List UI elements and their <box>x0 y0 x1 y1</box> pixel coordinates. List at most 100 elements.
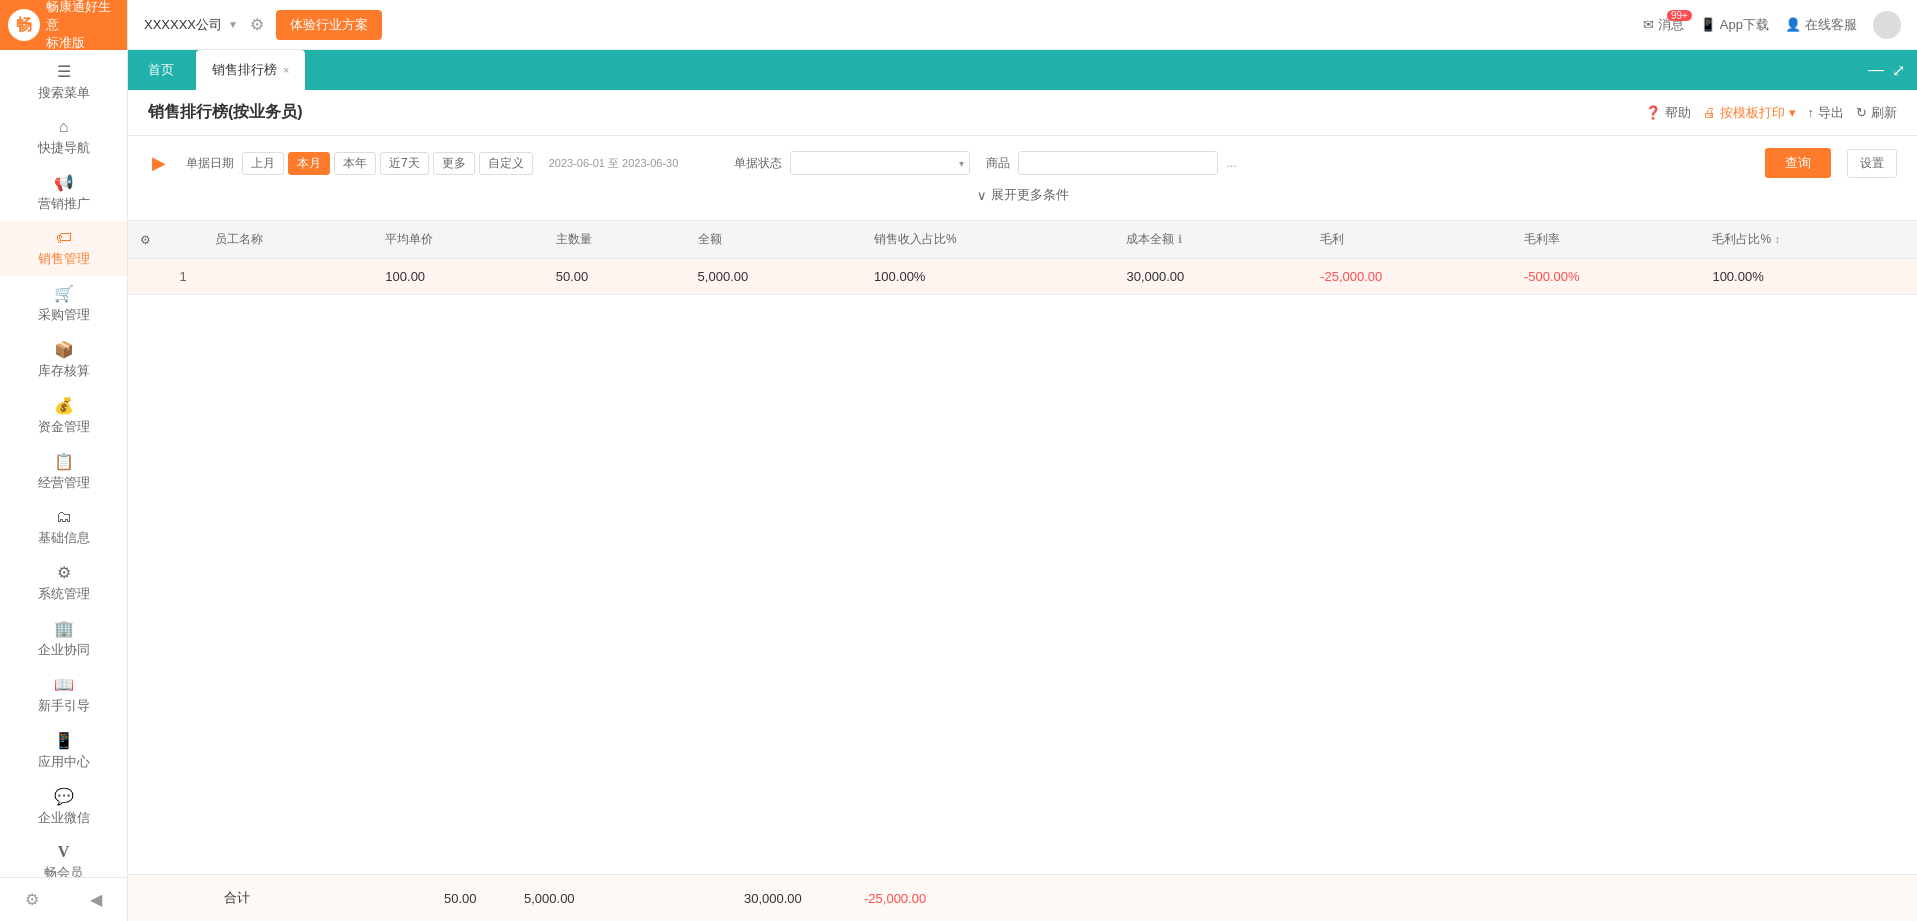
col-settings[interactable]: ⚙ <box>128 221 163 259</box>
online-service-btn[interactable]: 👤 在线客服 <box>1785 16 1857 34</box>
date-range-buttons: 上月 本月 本年 近7天 更多 自定义 <box>242 152 533 175</box>
footer-cost-total: 30,000.00 <box>732 887 852 910</box>
footer-profit-pct <box>1052 894 1152 902</box>
message-badge: 99+ <box>1667 10 1692 21</box>
refresh-button[interactable]: ↻ 刷新 <box>1856 104 1897 122</box>
enterprise-icon: 🏢 <box>54 619 74 638</box>
company-name: XXXXXX公司 <box>144 16 222 34</box>
service-icon: 👤 <box>1785 17 1801 32</box>
col-sales-pct: 销售收入占比% <box>862 221 1114 259</box>
sidebar-bottom: ⚙ ◀ <box>0 877 127 921</box>
query-button[interactable]: 查询 <box>1765 148 1831 178</box>
sidebar-item-apps[interactable]: 📱 应用中心 <box>0 723 127 779</box>
search-menu-icon: ☰ <box>57 62 71 81</box>
table-container: ⚙ 员工名称 平均单价 主数量 全额 销售收入占比% 成本全额 ℹ 毛利 毛利率… <box>128 221 1917 874</box>
app-download-btn[interactable]: 📱 App下载 <box>1700 16 1769 34</box>
sidebar-item-basic[interactable]: 🗂 基础信息 <box>0 500 127 555</box>
this-year-btn[interactable]: 本年 <box>334 152 376 175</box>
apps-icon: 📱 <box>54 731 74 750</box>
sidebar-item-member[interactable]: V 畅会员 <box>0 835 127 877</box>
col-avg-price: 平均单价 <box>373 221 543 259</box>
date-filter: 单据日期 上月 本月 本年 近7天 更多 自定义 <box>186 152 533 175</box>
cell-total: 5,000.00 <box>686 259 863 295</box>
logo-text: 畅康通好生意 标准版 <box>46 0 119 52</box>
tab-close-icon[interactable]: × <box>283 64 289 76</box>
table-row: 1 100.00 50.00 5,000.00 100.00% 30,000.0… <box>128 259 1917 295</box>
col-profit-pct: 毛利占比% ↕ <box>1700 221 1917 259</box>
operations-icon: 📋 <box>54 452 74 471</box>
sidebar-item-wechat[interactable]: 💬 企业微信 <box>0 779 127 835</box>
user-avatar[interactable] <box>1873 11 1901 39</box>
print-button[interactable]: 🖨 按模板打印 ▾ <box>1703 104 1796 122</box>
sidebar-nav: ☰ 搜索菜单 ⌂ 快捷导航 📢 营销推广 🏷 销售管理 🛒 采购管理 📦 库存核… <box>0 50 127 877</box>
help-button[interactable]: ❓ 帮助 <box>1645 104 1691 122</box>
sidebar-item-marketing[interactable]: 📢 营销推广 <box>0 165 127 221</box>
sidebar-item-guide[interactable]: 📖 新手引导 <box>0 667 127 723</box>
sidebar-item-search[interactable]: ☰ 搜索菜单 <box>0 54 127 110</box>
sidebar-settings-btn[interactable]: ⚙ <box>17 886 47 913</box>
sidebar: 畅 畅康通好生意 标准版 ☰ 搜索菜单 ⌂ 快捷导航 📢 营销推广 🏷 销售管理… <box>0 0 128 921</box>
chevron-down-icon: ▼ <box>228 19 238 30</box>
sidebar-item-sales[interactable]: 🏷 销售管理 <box>0 221 127 276</box>
content-area: 销售排行榜(按业务员) ❓ 帮助 🖨 按模板打印 ▾ ↑ 导出 ↻ 刷新 <box>128 90 1917 921</box>
topbar-settings-icon[interactable]: ⚙ <box>250 15 264 34</box>
table-header-row: ⚙ 员工名称 平均单价 主数量 全额 销售收入占比% 成本全额 ℹ 毛利 毛利率… <box>128 221 1917 259</box>
page-title: 销售排行榜(按业务员) <box>148 102 303 123</box>
finance-icon: 💰 <box>54 396 74 415</box>
settings-button[interactable]: 设置 <box>1847 149 1897 178</box>
tab-sales-ranking[interactable]: 销售排行榜 × <box>196 50 305 90</box>
sidebar-item-finance[interactable]: 💰 资金管理 <box>0 388 127 444</box>
col-profit: 毛利 <box>1308 221 1512 259</box>
curr-month-btn[interactable]: 本月 <box>288 152 330 175</box>
status-label: 单据状态 <box>734 155 782 172</box>
sidebar-item-enterprise[interactable]: 🏢 企业协同 <box>0 611 127 667</box>
sidebar-collapse-btn[interactable]: ◀ <box>82 886 110 913</box>
cell-name <box>203 259 373 295</box>
col-name: 员工名称 <box>203 221 373 259</box>
last-7days-btn[interactable]: 近7天 <box>380 152 429 175</box>
data-table: ⚙ 员工名称 平均单价 主数量 全额 销售收入占比% 成本全额 ℹ 毛利 毛利率… <box>128 221 1917 295</box>
cell-main-qty: 50.00 <box>544 259 686 295</box>
export-icon: ↑ <box>1808 105 1815 120</box>
sidebar-item-purchase[interactable]: 🛒 采购管理 <box>0 276 127 332</box>
chevron-down-expand-icon: ∨ <box>977 188 987 203</box>
goods-input[interactable] <box>1018 151 1218 175</box>
footer-total-label: 合计 <box>212 885 332 911</box>
message-btn[interactable]: ✉ 消息 99+ <box>1643 16 1684 34</box>
footer-total: 5,000.00 <box>512 887 612 910</box>
sidebar-item-system[interactable]: ⚙ 系统管理 <box>0 555 127 611</box>
sales-icon: 🏷 <box>56 229 72 247</box>
custom-date-btn[interactable]: 自定义 <box>479 152 533 175</box>
basic-icon: 🗂 <box>56 508 72 526</box>
goods-filter: 商品 ... <box>986 151 1236 175</box>
tab-home[interactable]: 首页 <box>128 50 194 90</box>
tab-minimize-icon[interactable]: — <box>1868 61 1884 79</box>
sidebar-item-inventory[interactable]: 📦 库存核算 <box>0 332 127 388</box>
goods-more-icon[interactable]: ... <box>1226 156 1236 170</box>
cell-sales-pct: 100.00% <box>862 259 1114 295</box>
cell-rank: 1 <box>163 259 203 295</box>
filter-area: ▶ 单据日期 上月 本月 本年 近7天 更多 自定义 2023-06-01 至 … <box>128 136 1917 221</box>
filter-expand-icon[interactable]: ▶ <box>148 150 170 176</box>
logo-icon: 畅 <box>8 9 40 41</box>
app-icon: 📱 <box>1700 17 1716 32</box>
sidebar-item-shortcut[interactable]: ⌂ 快捷导航 <box>0 110 127 165</box>
export-button[interactable]: ↑ 导出 <box>1808 104 1845 122</box>
tab-expand-icon[interactable]: ⤢ <box>1892 61 1905 80</box>
help-icon: ❓ <box>1645 105 1661 120</box>
footer-label <box>140 894 212 902</box>
prev-month-btn[interactable]: 上月 <box>242 152 284 175</box>
expand-conditions-btn[interactable]: ∨ 展开更多条件 <box>148 178 1897 208</box>
sidebar-item-operations[interactable]: 📋 经营管理 <box>0 444 127 500</box>
page-actions: ❓ 帮助 🖨 按模板打印 ▾ ↑ 导出 ↻ 刷新 <box>1645 104 1898 122</box>
sidebar-logo: 畅 畅康通好生意 标准版 <box>0 0 127 50</box>
system-icon: ⚙ <box>57 563 71 582</box>
status-select[interactable] <box>790 151 970 175</box>
footer-profit-rate <box>952 894 1052 902</box>
member-icon: V <box>58 843 70 861</box>
inventory-icon: 📦 <box>54 340 74 359</box>
company-selector[interactable]: XXXXXX公司 ▼ <box>144 16 238 34</box>
trial-button[interactable]: 体验行业方案 <box>276 10 382 40</box>
more-dates-btn[interactable]: 更多 <box>433 152 475 175</box>
cell-profit: -25,000.00 <box>1308 259 1512 295</box>
